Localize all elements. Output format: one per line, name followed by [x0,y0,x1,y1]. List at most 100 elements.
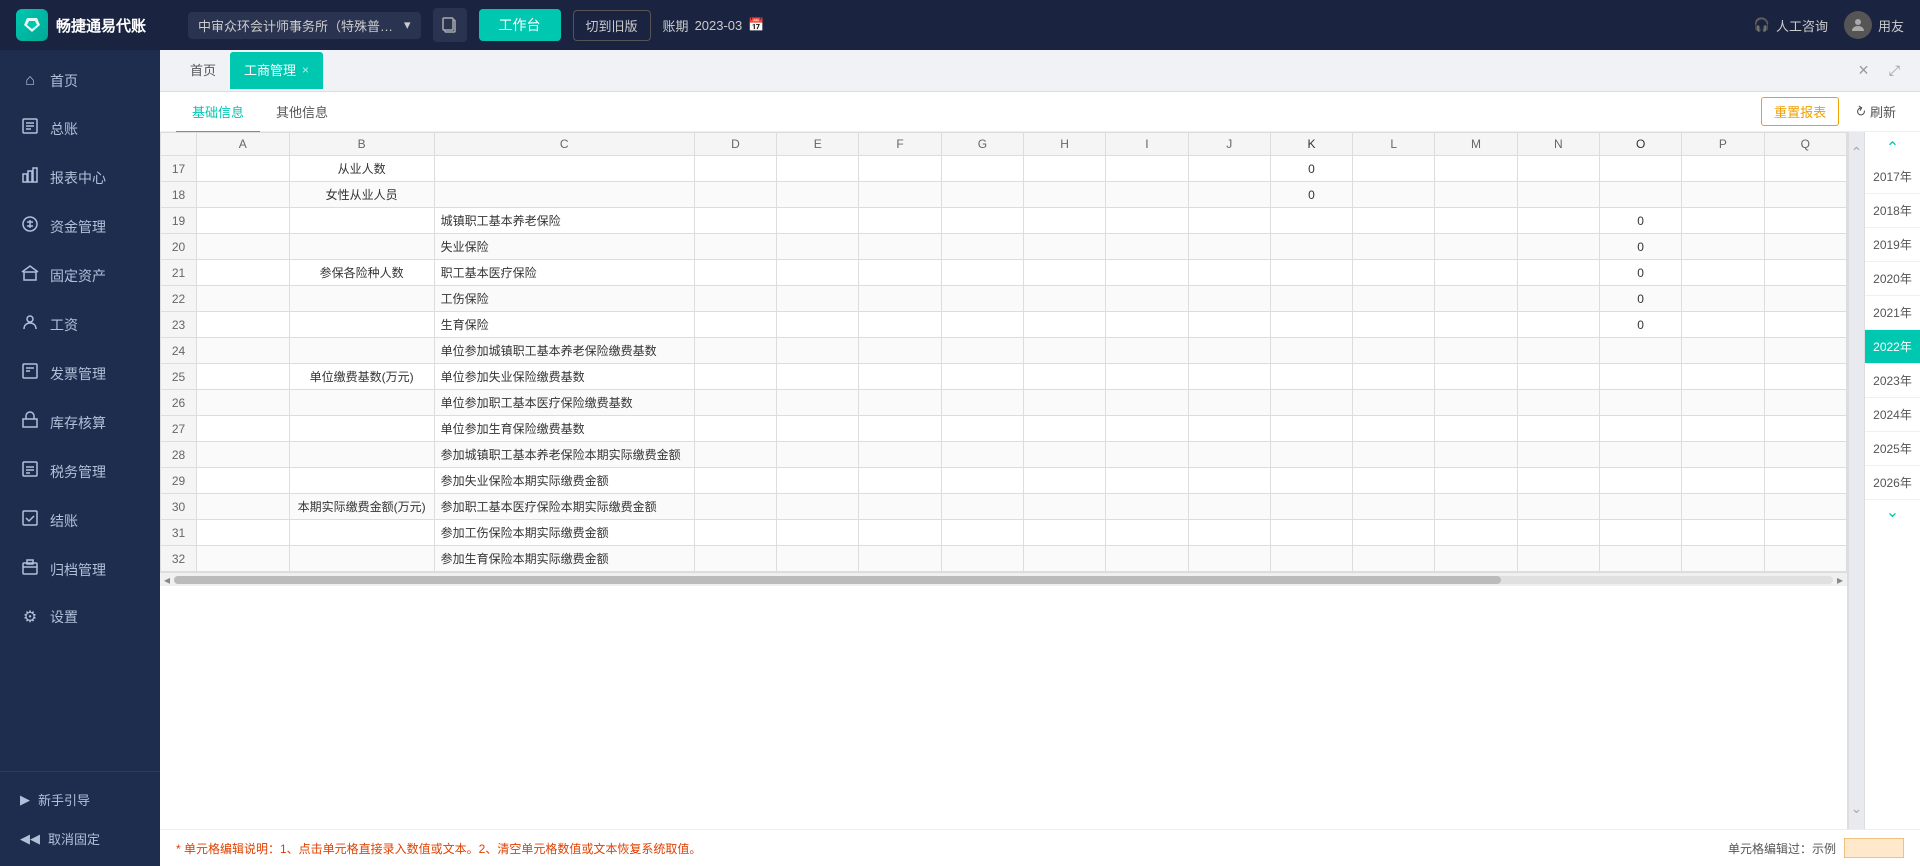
table-cell[interactable] [1682,390,1764,416]
table-cell[interactable] [1353,442,1435,468]
table-cell[interactable] [777,390,859,416]
table-cell[interactable] [941,208,1023,234]
table-row[interactable]: 17从业人数0 [161,156,1847,182]
reset-button[interactable]: 重置报表 [1761,97,1839,126]
table-cell[interactable] [1024,234,1106,260]
table-cell[interactable] [1764,338,1846,364]
table-cell[interactable] [1024,494,1106,520]
table-cell[interactable] [777,494,859,520]
table-cell[interactable] [1188,286,1270,312]
table-cell[interactable]: 参加失业保险本期实际缴费金额 [434,468,694,494]
table-cell[interactable] [694,208,776,234]
table-cell[interactable] [777,312,859,338]
sidebar-item-archive[interactable]: 归档管理 [0,545,160,594]
table-cell[interactable] [1024,416,1106,442]
table-cell[interactable] [1435,156,1517,182]
table-cell[interactable] [1106,546,1188,572]
table-cell[interactable]: 参加生育保险本期实际缴费金额 [434,546,694,572]
table-cell[interactable] [777,234,859,260]
table-cell[interactable] [1517,442,1599,468]
table-cell[interactable]: 0 [1270,182,1352,208]
table-cell[interactable]: 单位参加失业保险缴费基数 [434,364,694,390]
table-cell[interactable] [1435,338,1517,364]
table-cell[interactable] [1106,208,1188,234]
table-cell[interactable] [1682,312,1764,338]
year-item[interactable]: 2019年 [1865,228,1920,262]
table-cell[interactable] [1682,234,1764,260]
table-cell[interactable] [1764,156,1846,182]
sidebar-item-closing[interactable]: 结账 [0,496,160,545]
table-cell[interactable] [694,520,776,546]
table-cell[interactable] [197,468,290,494]
table-cell[interactable] [1106,260,1188,286]
table-cell[interactable] [1270,520,1352,546]
table-cell[interactable] [1764,208,1846,234]
table-cell[interactable] [1353,468,1435,494]
table-cell[interactable] [1682,364,1764,390]
table-cell[interactable] [1106,286,1188,312]
table-cell[interactable] [1106,416,1188,442]
table-cell[interactable] [1270,234,1352,260]
year-item[interactable]: 2018年 [1865,194,1920,228]
table-cell[interactable]: 23 [161,312,197,338]
table-cell[interactable] [941,156,1023,182]
table-cell[interactable] [1682,468,1764,494]
table-cell[interactable] [694,338,776,364]
table-cell[interactable] [1270,364,1352,390]
sidebar-item-reports[interactable]: 报表中心 [0,153,160,202]
table-cell[interactable] [1024,468,1106,494]
table-cell[interactable] [1599,338,1681,364]
table-cell[interactable] [1188,312,1270,338]
table-row[interactable]: 27单位参加生育保险缴费基数 [161,416,1847,442]
table-cell[interactable]: 29 [161,468,197,494]
table-cell[interactable] [1106,390,1188,416]
table-cell[interactable] [941,364,1023,390]
table-cell[interactable] [859,234,941,260]
table-cell[interactable]: 生育保险 [434,312,694,338]
table-cell[interactable]: 20 [161,234,197,260]
table-cell[interactable] [1764,442,1846,468]
table-cell[interactable] [1188,494,1270,520]
sidebar-item-finance[interactable]: 资金管理 [0,202,160,251]
table-cell[interactable] [777,260,859,286]
table-cell[interactable] [1353,416,1435,442]
table-cell[interactable] [777,364,859,390]
table-cell[interactable] [694,182,776,208]
table-cell[interactable] [1517,494,1599,520]
table-cell[interactable]: 参加职工基本医疗保险本期实际缴费金额 [434,494,694,520]
table-row[interactable]: 29 参加失业保险本期实际缴费金额 [161,468,1847,494]
sidebar-item-guide[interactable]: ▶ 新手引导 [0,780,160,819]
table-cell[interactable] [1517,234,1599,260]
table-cell[interactable] [694,260,776,286]
table-cell[interactable] [1024,364,1106,390]
table-cell[interactable] [1188,442,1270,468]
company-selector[interactable]: 中审众环会计师事务所（特殊普通合伙... ▾ [188,12,421,39]
table-cell[interactable] [859,546,941,572]
table-cell[interactable] [1270,416,1352,442]
table-cell[interactable] [289,520,434,546]
table-cell[interactable] [1353,338,1435,364]
spreadsheet-container[interactable]: A B C D E F G H I J K L M [160,132,1848,829]
scroll-track-h[interactable] [174,576,1833,584]
table-cell[interactable] [1599,520,1681,546]
table-cell[interactable] [1517,312,1599,338]
support-area[interactable]: 🎧 人工咨询 [1754,16,1828,35]
year-up-icon[interactable]: ⌃ [1884,136,1901,160]
table-cell[interactable] [1024,260,1106,286]
table-cell[interactable] [777,416,859,442]
table-cell[interactable] [1764,364,1846,390]
table-cell[interactable] [941,286,1023,312]
table-cell[interactable] [197,520,290,546]
table-cell[interactable] [1353,390,1435,416]
table-cell[interactable] [1024,208,1106,234]
table-cell[interactable] [941,234,1023,260]
table-cell[interactable] [1517,520,1599,546]
table-cell[interactable] [1188,234,1270,260]
table-cell[interactable] [197,338,290,364]
table-cell[interactable] [1599,546,1681,572]
table-cell[interactable] [1106,312,1188,338]
table-cell[interactable] [1435,260,1517,286]
table-cell[interactable] [197,234,290,260]
table-cell[interactable] [777,182,859,208]
table-row[interactable]: 31参加工伤保险本期实际缴费金额 [161,520,1847,546]
